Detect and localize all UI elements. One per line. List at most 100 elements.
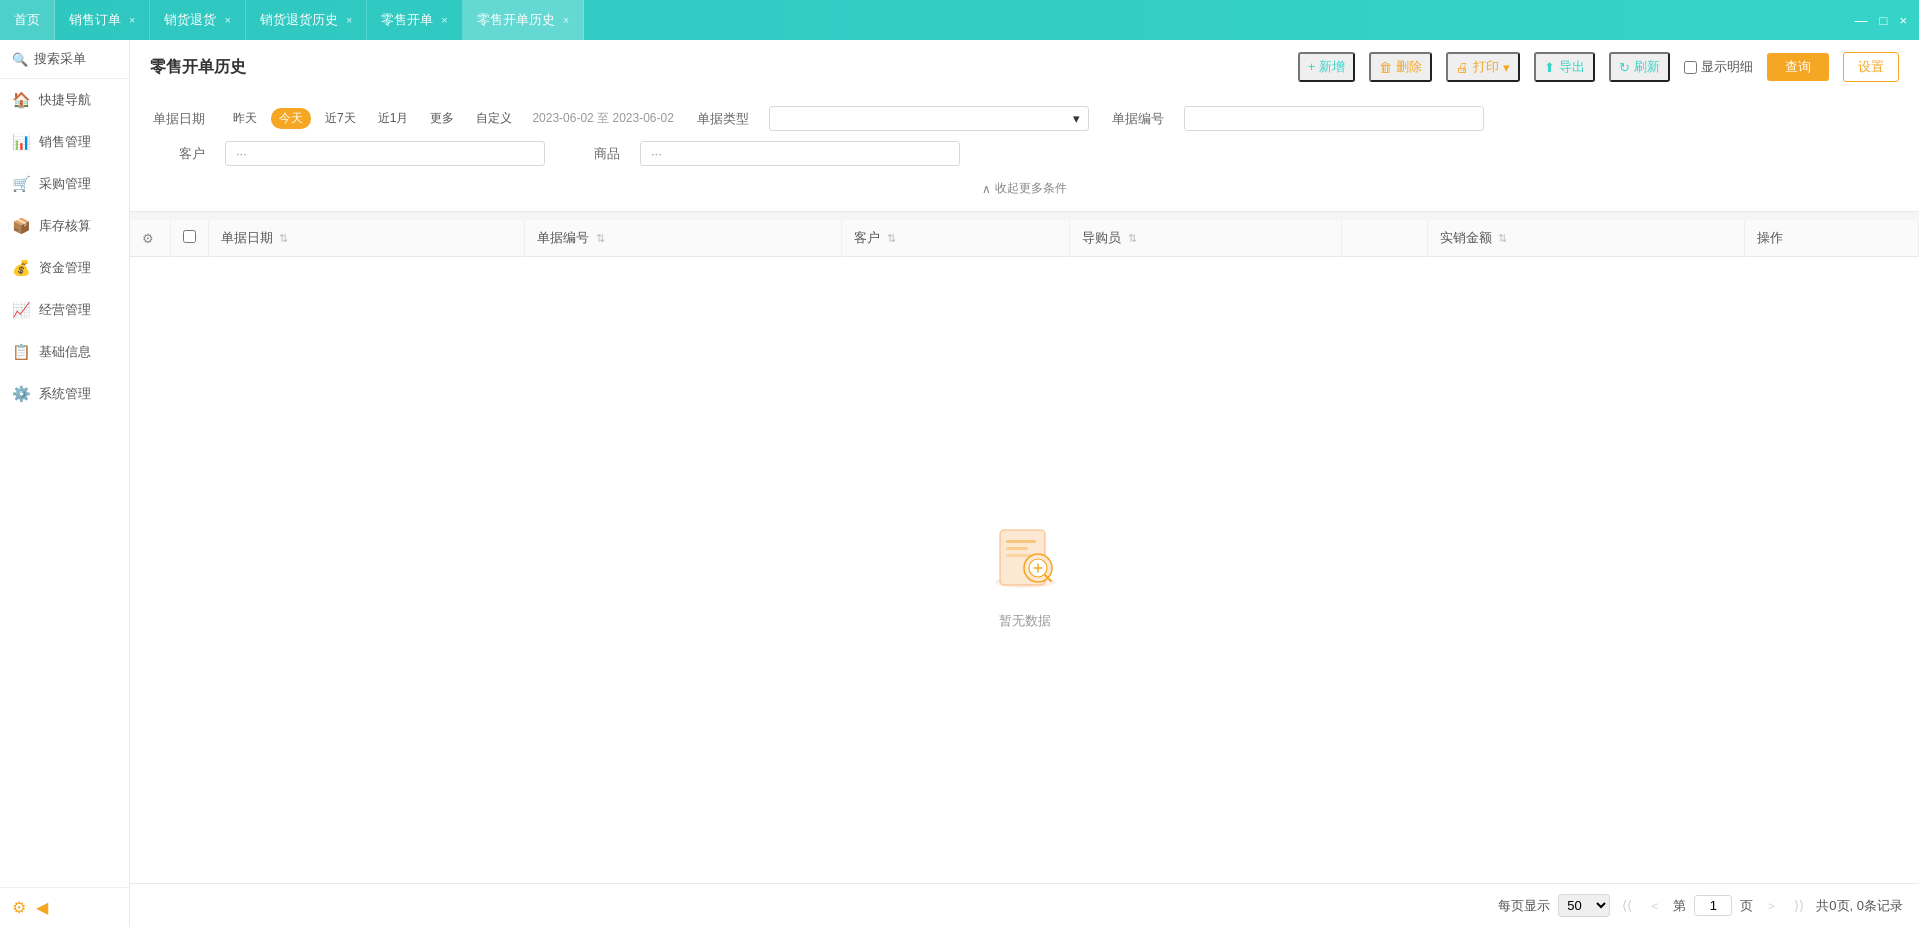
empty-state: 暂无数据 (130, 257, 1919, 883)
prev-page-btn[interactable]: ＜ (1644, 895, 1665, 917)
th-no[interactable]: 单据编号 ⇅ (525, 220, 842, 257)
per-page-select[interactable]: 50 10 20 100 (1558, 894, 1610, 917)
today-btn[interactable]: 今天 (271, 108, 311, 129)
basic-info-icon: 📋 (12, 343, 31, 361)
tab-retail-open[interactable]: 零售开单 × (367, 0, 462, 40)
collapse-chevron-icon: ∧ (982, 182, 991, 196)
window-min-btn[interactable]: — (1855, 13, 1868, 28)
th-customer[interactable]: 客户 ⇅ (842, 220, 1070, 257)
sidebar-item-inventory[interactable]: 📦 库存核算 (0, 205, 129, 247)
th-date-label: 单据日期 (221, 230, 273, 245)
sidebar-item-inventory-label: 库存核算 (39, 217, 91, 235)
window-max-btn[interactable]: □ (1880, 13, 1888, 28)
date-from: 2023-06-02 (532, 111, 593, 125)
product-input[interactable]: ··· (640, 141, 960, 166)
table-area: ⚙ 单据日期 ⇅ 单据编号 ⇅ (130, 220, 1919, 883)
sidebar-item-system[interactable]: ⚙️ 系统管理 (0, 373, 129, 415)
th-date[interactable]: 单据日期 ⇅ (208, 220, 525, 257)
custom-btn[interactable]: 自定义 (468, 108, 520, 129)
data-table: ⚙ 单据日期 ⇅ 单据编号 ⇅ (130, 220, 1919, 257)
sidebar-search[interactable]: 🔍 搜索采单 (0, 40, 129, 79)
doc-type-select[interactable]: ▾ (769, 106, 1089, 131)
table-header-row: ⚙ 单据日期 ⇅ 单据编号 ⇅ (130, 220, 1919, 257)
print-chevron-icon: ▾ (1503, 60, 1510, 75)
doc-no-input[interactable] (1184, 106, 1484, 131)
month1-btn[interactable]: 近1月 (370, 108, 417, 129)
tab-sales-return-history-close[interactable]: × (346, 14, 352, 26)
date-range-text: 2023-06-02 至 2023-06-02 (532, 110, 673, 127)
settings-btn[interactable]: ⚙ (12, 898, 26, 917)
first-page-btn[interactable]: ⟨⟨ (1618, 896, 1636, 915)
tab-sales-order[interactable]: 销售订单 × (55, 0, 150, 40)
th-customer-label: 客户 (854, 230, 880, 245)
tab-retail-open-close[interactable]: × (441, 14, 447, 26)
purchase-icon: 🛒 (12, 175, 31, 193)
customer-label: 客户 (150, 145, 205, 163)
tab-sales-return-label: 销货退货 (164, 11, 216, 29)
doc-type-chevron-icon: ▾ (1073, 111, 1080, 126)
tab-retail-open-history[interactable]: 零售开单历史 × (463, 0, 584, 40)
top-nav-bar: 首页 销售订单 × 销货退货 × 销货退货历史 × 零售开单 × 零售开单历史 … (0, 0, 1919, 40)
svg-rect-2 (1006, 540, 1036, 543)
tab-home[interactable]: 首页 (0, 0, 55, 40)
sidebar-search-label: 搜索采单 (34, 50, 86, 68)
tab-sales-return-close[interactable]: × (224, 14, 230, 26)
th-gear: ⚙ (130, 220, 170, 257)
add-button[interactable]: + 新增 (1298, 52, 1355, 82)
yesterday-btn[interactable]: 昨天 (225, 108, 265, 129)
collapse-btn[interactable]: ◀ (36, 898, 48, 917)
sidebar-item-sales-mgmt[interactable]: 📊 销售管理 (0, 121, 129, 163)
export-button[interactable]: ⬆ 导出 (1534, 52, 1595, 82)
product-label: 商品 (565, 145, 620, 163)
th-no-label: 单据编号 (537, 230, 589, 245)
refresh-button[interactable]: ↻ 刷新 (1609, 52, 1670, 82)
setting-button[interactable]: 设置 (1843, 52, 1899, 82)
query-button[interactable]: 查询 (1767, 53, 1829, 81)
th-spacer (1342, 220, 1428, 257)
th-date-sort-icon: ⇅ (279, 232, 288, 244)
customer-input[interactable]: ··· (225, 141, 545, 166)
delete-button[interactable]: 🗑 删除 (1369, 52, 1432, 82)
th-action-label: 操作 (1757, 230, 1783, 245)
sidebar-item-system-label: 系统管理 (39, 385, 91, 403)
gear-icon[interactable]: ⚙ (142, 231, 154, 246)
display-detail-toggle[interactable]: 显示明细 (1684, 58, 1753, 76)
collapse-label: 收起更多条件 (995, 180, 1067, 197)
delete-icon: 🗑 (1379, 60, 1392, 75)
tab-sales-order-close[interactable]: × (129, 14, 135, 26)
next-page-btn[interactable]: ＞ (1761, 895, 1782, 917)
customer-placeholder: ··· (236, 146, 247, 161)
sidebar-item-finance[interactable]: 💰 资金管理 (0, 247, 129, 289)
date-to: 2023-06-02 (612, 111, 673, 125)
current-page-input[interactable] (1694, 895, 1732, 916)
sidebar-item-quick-nav-label: 快捷导航 (39, 91, 91, 109)
tab-retail-open-history-close[interactable]: × (563, 14, 569, 26)
sidebar-item-quick-nav[interactable]: 🏠 快捷导航 (0, 79, 129, 121)
tab-sales-return-history[interactable]: 销货退货历史 × (246, 0, 367, 40)
week7-btn[interactable]: 近7天 (317, 108, 364, 129)
filter-row-2: 客户 ··· 商品 ··· (150, 141, 1899, 166)
product-placeholder: ··· (651, 146, 662, 161)
th-salesperson[interactable]: 导购员 ⇅ (1069, 220, 1341, 257)
more-btn[interactable]: 更多 (422, 108, 462, 129)
th-salesperson-sort-icon: ⇅ (1128, 232, 1137, 244)
tab-sales-return[interactable]: 销货退货 × (150, 0, 245, 40)
date-filter-label: 单据日期 (150, 110, 205, 128)
export-label: 导出 (1559, 58, 1585, 76)
last-page-btn[interactable]: ⟩⟩ (1790, 896, 1808, 915)
sidebar-item-operation[interactable]: 📈 经营管理 (0, 289, 129, 331)
sidebar-item-basic-info[interactable]: 📋 基础信息 (0, 331, 129, 373)
select-all-checkbox[interactable] (183, 230, 196, 243)
window-close-btn[interactable]: × (1899, 13, 1907, 28)
sidebar-item-operation-label: 经营管理 (39, 301, 91, 319)
content-area: 零售开单历史 + 新增 🗑 删除 🖨 打印 ▾ ⬆ 导出 (130, 40, 1919, 927)
print-button[interactable]: 🖨 打印 ▾ (1446, 52, 1520, 82)
sidebar-item-finance-label: 资金管理 (39, 259, 91, 277)
display-detail-checkbox[interactable] (1684, 61, 1697, 74)
per-page-label: 每页显示 (1498, 897, 1550, 915)
th-amount[interactable]: 实销金额 ⇅ (1427, 220, 1744, 257)
inventory-icon: 📦 (12, 217, 31, 235)
collapse-bar[interactable]: ∧ 收起更多条件 (150, 176, 1899, 205)
page-title: 零售开单历史 (150, 57, 246, 78)
sidebar-item-purchase-mgmt[interactable]: 🛒 采购管理 (0, 163, 129, 205)
